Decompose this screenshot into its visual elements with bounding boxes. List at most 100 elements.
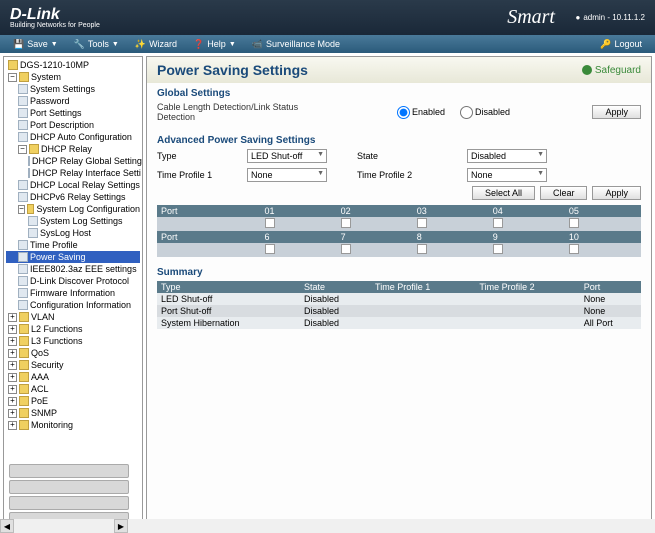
port-checkbox-9[interactable] bbox=[493, 244, 503, 254]
expand-icon[interactable]: + bbox=[8, 349, 17, 358]
folder-icon bbox=[19, 348, 29, 358]
port-checkbox-7[interactable] bbox=[341, 244, 351, 254]
page-icon bbox=[18, 192, 28, 202]
tree-power-saving[interactable]: Power Saving bbox=[6, 251, 140, 263]
folder-icon bbox=[29, 144, 39, 154]
port-checkbox-8[interactable] bbox=[417, 244, 427, 254]
collapse-icon[interactable]: − bbox=[18, 205, 25, 214]
port-checkbox-04[interactable] bbox=[493, 218, 503, 228]
port-row bbox=[157, 217, 641, 231]
tree-poe[interactable]: +PoE bbox=[6, 395, 140, 407]
page-icon bbox=[18, 132, 28, 142]
folder-icon bbox=[19, 312, 29, 322]
tree-acl[interactable]: +ACL bbox=[6, 383, 140, 395]
tree-security[interactable]: +Security bbox=[6, 359, 140, 371]
tree-dhcpv6-relay[interactable]: DHCPv6 Relay Settings bbox=[6, 191, 140, 203]
tree-syslog-settings[interactable]: System Log Settings bbox=[6, 215, 140, 227]
tree-port-description[interactable]: Port Description bbox=[6, 119, 140, 131]
expand-icon[interactable]: + bbox=[8, 361, 17, 370]
help-menu[interactable]: ❓Help▼ bbox=[185, 39, 244, 50]
tree-dhcp-local-relay[interactable]: DHCP Local Relay Settings bbox=[6, 179, 140, 191]
tree-snmp[interactable]: +SNMP bbox=[6, 407, 140, 419]
page-icon bbox=[18, 252, 28, 262]
smart-logo: Smart bbox=[507, 6, 555, 29]
expand-icon[interactable]: + bbox=[8, 313, 17, 322]
port-checkbox-6[interactable] bbox=[265, 244, 275, 254]
content-header: Power Saving Settings Safeguard bbox=[147, 57, 651, 83]
expand-icon[interactable]: + bbox=[8, 385, 17, 394]
tree-dhcp-relay-iface[interactable]: DHCP Relay Interface Setti bbox=[6, 167, 140, 179]
apply-advanced-button[interactable]: Apply bbox=[592, 186, 641, 200]
tree-monitoring[interactable]: +Monitoring bbox=[6, 419, 140, 431]
port-checkbox-01[interactable] bbox=[265, 218, 275, 228]
advanced-settings-title: Advanced Power Saving Settings bbox=[157, 135, 641, 146]
state-select[interactable]: Disabled bbox=[467, 149, 547, 163]
port-checkbox-03[interactable] bbox=[417, 218, 427, 228]
page-title: Power Saving Settings bbox=[157, 62, 308, 78]
surveillance-button[interactable]: 📹Surveillance Mode bbox=[244, 39, 348, 50]
folder-icon bbox=[19, 72, 29, 82]
wizard-button[interactable]: ✨Wizard bbox=[127, 39, 185, 50]
page-icon bbox=[18, 96, 28, 106]
port-checkbox-10[interactable] bbox=[569, 244, 579, 254]
content-panel: Power Saving Settings Safeguard Global S… bbox=[146, 56, 652, 530]
folder-icon bbox=[19, 420, 29, 430]
tree-port-settings[interactable]: Port Settings bbox=[6, 107, 140, 119]
logout-icon: 🔑 bbox=[600, 39, 611, 50]
device-image bbox=[9, 464, 129, 524]
tree-l3[interactable]: +L3 Functions bbox=[6, 335, 140, 347]
state-label: State bbox=[357, 151, 457, 161]
port-checkbox-02[interactable] bbox=[341, 218, 351, 228]
save-menu[interactable]: 💾Save▼ bbox=[5, 39, 66, 50]
expand-icon[interactable]: + bbox=[8, 373, 17, 382]
summary-header-tp1: Time Profile 1 bbox=[371, 281, 475, 293]
time-profile-2-select[interactable]: None bbox=[467, 168, 547, 182]
tools-menu[interactable]: 🔧Tools▼ bbox=[66, 39, 127, 50]
summary-header-state: State bbox=[300, 281, 371, 293]
tools-icon: 🔧 bbox=[74, 39, 85, 50]
tree-syslog-config[interactable]: −System Log Configuration bbox=[6, 203, 140, 215]
expand-icon[interactable]: + bbox=[8, 337, 17, 346]
clear-button[interactable]: Clear bbox=[540, 186, 588, 200]
tree-l2[interactable]: +L2 Functions bbox=[6, 323, 140, 335]
collapse-icon[interactable]: − bbox=[18, 145, 27, 154]
tree-qos[interactable]: +QoS bbox=[6, 347, 140, 359]
surveillance-icon: 📹 bbox=[252, 39, 263, 50]
expand-icon[interactable]: + bbox=[8, 409, 17, 418]
tree-dhcp-relay[interactable]: −DHCP Relay bbox=[6, 143, 140, 155]
tree-vlan[interactable]: +VLAN bbox=[6, 311, 140, 323]
type-label: Type bbox=[157, 151, 237, 161]
logout-button[interactable]: 🔑Logout bbox=[592, 39, 650, 50]
expand-icon[interactable]: + bbox=[8, 325, 17, 334]
type-select[interactable]: LED Shut-off bbox=[247, 149, 327, 163]
tree-config-info[interactable]: Configuration Information bbox=[6, 299, 140, 311]
tree-system-settings[interactable]: System Settings bbox=[6, 83, 140, 95]
tree-dlink-discover[interactable]: D-Link Discover Protocol bbox=[6, 275, 140, 287]
expand-icon[interactable]: + bbox=[8, 397, 17, 406]
summary-title: Summary bbox=[157, 267, 641, 278]
tree-dhcp-relay-global[interactable]: DHCP Relay Global Setting bbox=[6, 155, 140, 167]
tree-dhcp-auto[interactable]: DHCP Auto Configuration bbox=[6, 131, 140, 143]
tree-password[interactable]: Password bbox=[6, 95, 140, 107]
select-all-button[interactable]: Select All bbox=[472, 186, 535, 200]
scroll-right-icon[interactable]: ▶ bbox=[114, 519, 128, 533]
apply-global-button[interactable]: Apply bbox=[592, 105, 641, 119]
tree-system[interactable]: −System bbox=[6, 71, 140, 83]
horizontal-scrollbar[interactable]: ◀ ▶ bbox=[0, 519, 655, 533]
tree-aaa[interactable]: +AAA bbox=[6, 371, 140, 383]
disabled-radio[interactable]: Disabled bbox=[460, 106, 510, 119]
enabled-radio[interactable]: Enabled bbox=[397, 106, 445, 119]
tree-firmware[interactable]: Firmware Information bbox=[6, 287, 140, 299]
port-checkbox-05[interactable] bbox=[569, 218, 579, 228]
app-header: D-Link Building Networks for People Smar… bbox=[0, 0, 655, 35]
tree-ieee802[interactable]: IEEE802.3az EEE settings bbox=[6, 263, 140, 275]
tree-root[interactable]: DGS-1210-10MP bbox=[6, 59, 140, 71]
tree-syslog-host[interactable]: SysLog Host bbox=[6, 227, 140, 239]
admin-info: ● admin - 10.11.1.2 bbox=[575, 13, 645, 22]
tree-time-profile[interactable]: Time Profile bbox=[6, 239, 140, 251]
time-profile-1-select[interactable]: None bbox=[247, 168, 327, 182]
folder-icon bbox=[19, 384, 29, 394]
scroll-left-icon[interactable]: ◀ bbox=[0, 519, 14, 533]
expand-icon[interactable]: + bbox=[8, 421, 17, 430]
collapse-icon[interactable]: − bbox=[8, 73, 17, 82]
